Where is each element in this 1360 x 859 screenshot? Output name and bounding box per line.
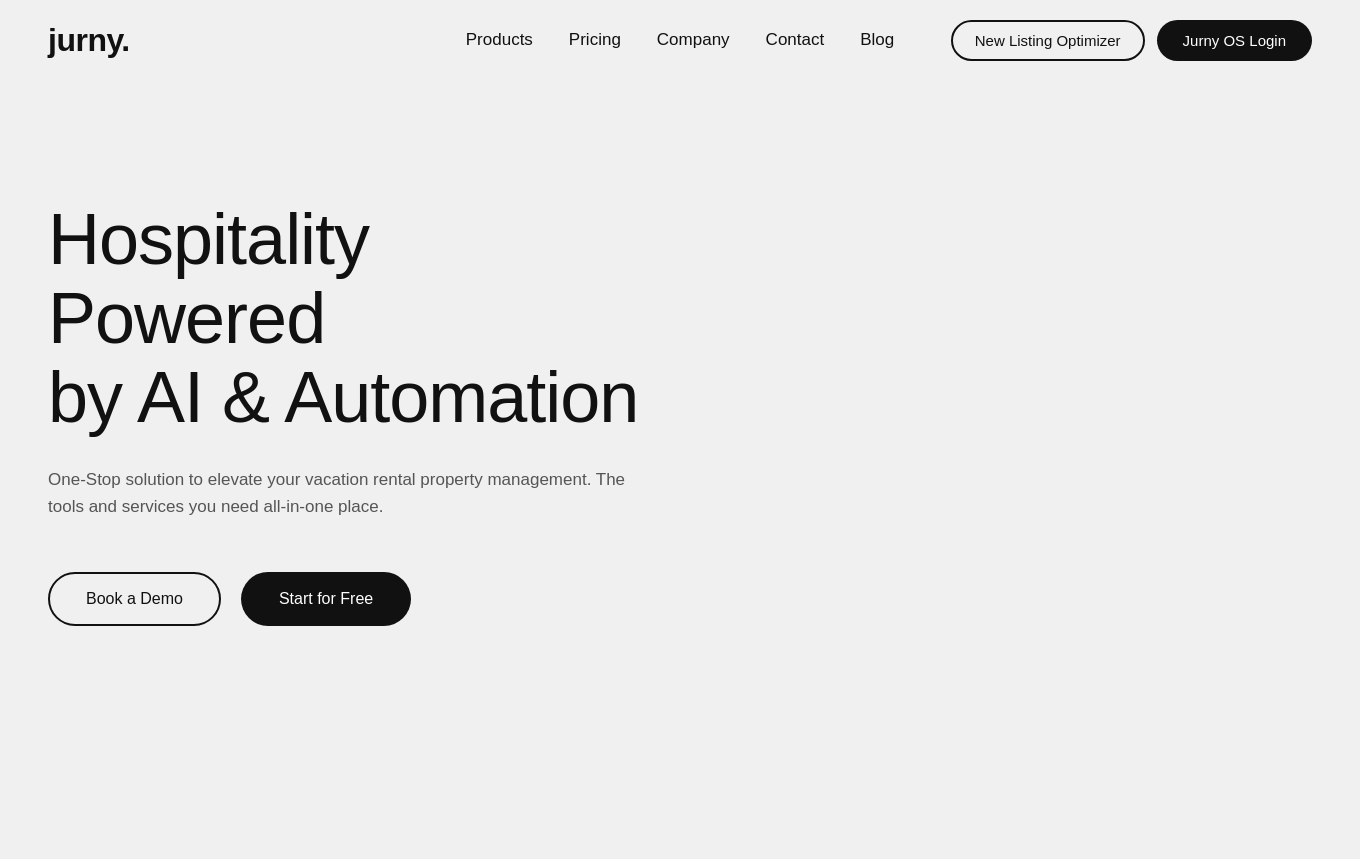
hero-actions: Book a Demo Start for Free: [48, 572, 652, 626]
nav-item-products[interactable]: Products: [466, 30, 533, 50]
header-actions: New Listing Optimizer Jurny OS Login: [951, 20, 1312, 61]
hero-section: Hospitality Powered by AI & Automation O…: [0, 80, 1360, 626]
site-header: jurny. Products Pricing Company Contact …: [0, 0, 1360, 80]
logo[interactable]: jurny.: [48, 22, 130, 59]
start-free-button[interactable]: Start for Free: [241, 572, 411, 626]
new-listing-optimizer-button[interactable]: New Listing Optimizer: [951, 20, 1145, 61]
nav-item-blog[interactable]: Blog: [860, 30, 894, 50]
hero-title: Hospitality Powered by AI & Automation: [48, 200, 652, 438]
book-demo-button[interactable]: Book a Demo: [48, 572, 221, 626]
nav-item-contact[interactable]: Contact: [766, 30, 825, 50]
main-nav: Products Pricing Company Contact Blog: [466, 30, 894, 50]
hero-subtitle: One-Stop solution to elevate your vacati…: [48, 466, 648, 520]
nav-item-company[interactable]: Company: [657, 30, 730, 50]
jurny-os-login-button[interactable]: Jurny OS Login: [1157, 20, 1312, 61]
nav-item-pricing[interactable]: Pricing: [569, 30, 621, 50]
